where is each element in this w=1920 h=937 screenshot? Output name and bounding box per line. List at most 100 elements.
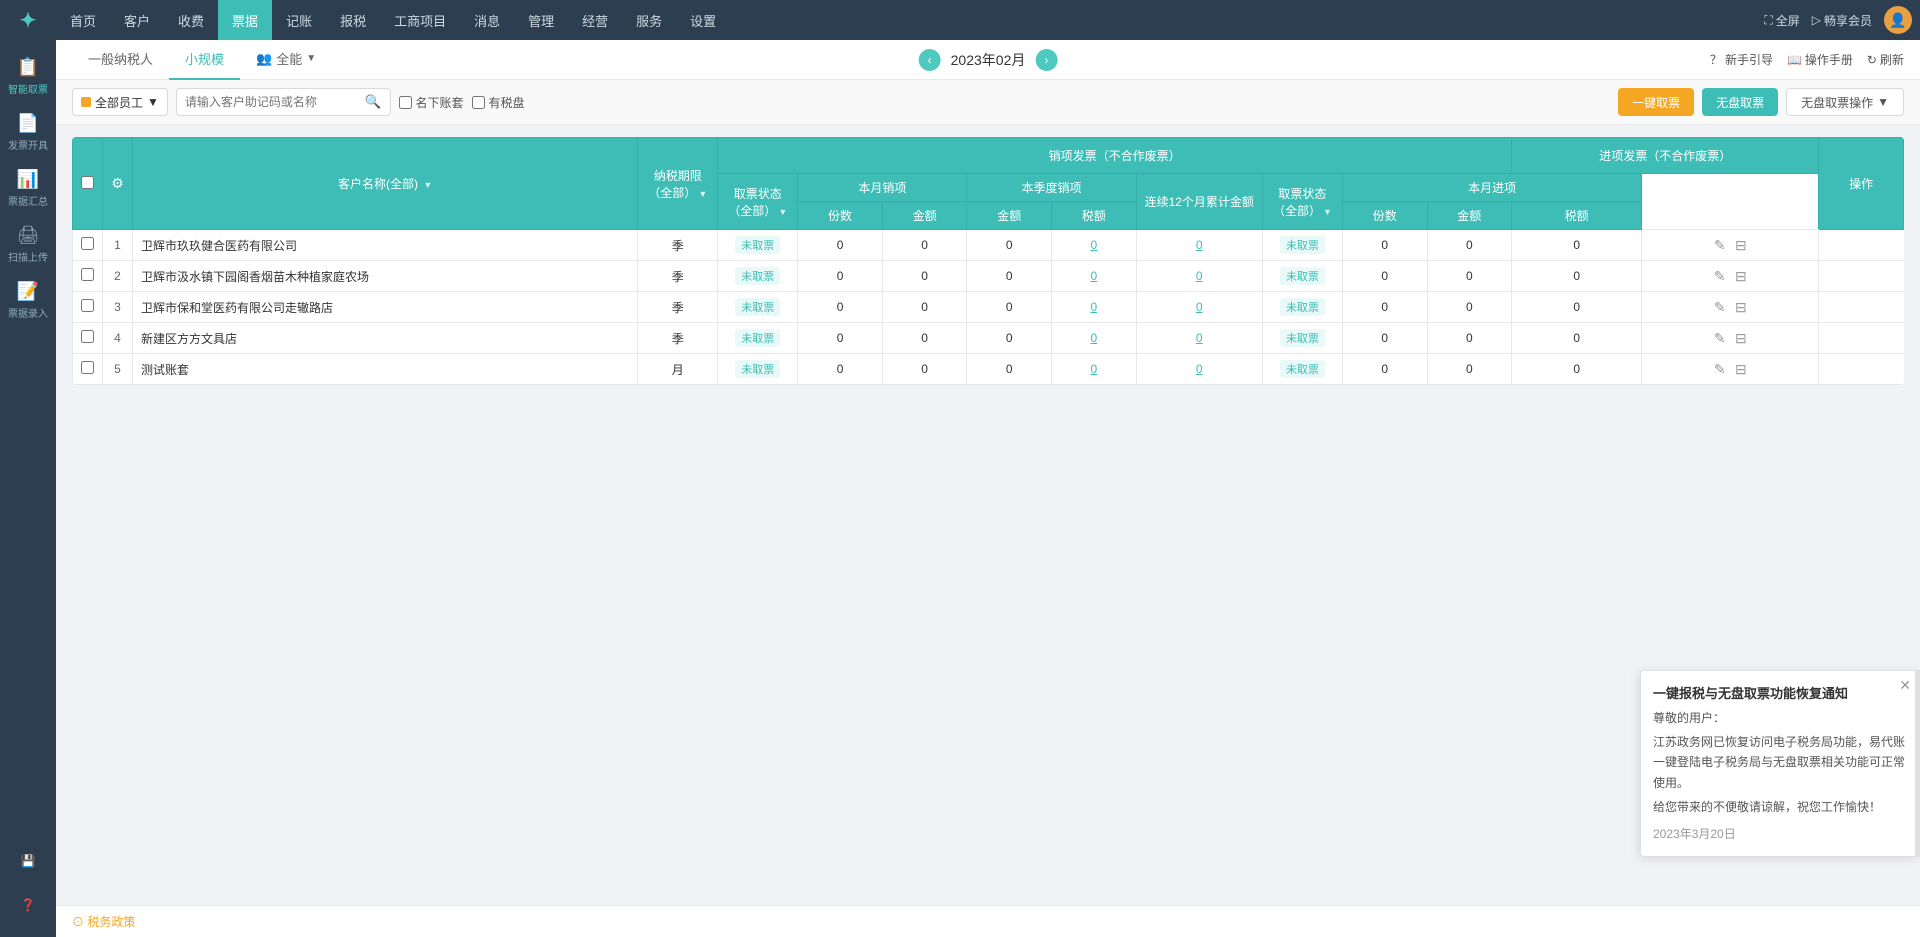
tab-all-capable[interactable]: 👥 全能 ▼ [240, 40, 332, 80]
tax-period-1: 季 [638, 261, 718, 292]
purchase-status-3: 未取票 [1262, 323, 1342, 354]
sale-12month-1: 0 [1136, 261, 1262, 292]
nav-message[interactable]: 消息 [460, 0, 514, 40]
sidebar-item-issue-invoice[interactable]: 📄 发票开具 [0, 104, 56, 160]
notification-close-btn[interactable]: ✕ [1899, 677, 1911, 694]
has-tax-disk-checkbox-label[interactable]: 有税盘 [472, 94, 525, 111]
has-tax-disk-checkbox[interactable] [472, 96, 485, 109]
toolbar-right: 一键取票 无盘取票 无盘取票操作 ▼ [1618, 88, 1904, 116]
row-checkbox-0[interactable] [81, 237, 94, 250]
nav-tax[interactable]: 报税 [326, 0, 380, 40]
customer-filter-icon[interactable]: ▼ [423, 180, 432, 190]
no-disk-ops-btn[interactable]: 无盘取票操作 ▼ [1786, 88, 1904, 116]
tab-general-taxpayer[interactable]: 一般纳税人 [72, 40, 169, 80]
purchase-status-header: 取票状态（全部）▼ [1262, 174, 1342, 230]
no-disk-fetch-btn[interactable]: 无盘取票 [1702, 88, 1778, 116]
purchase-month-count-2: 0 [1342, 292, 1427, 323]
notification-title: 一键报税与无盘取票功能恢复通知 [1653, 683, 1907, 702]
row-num-4: 5 [103, 354, 133, 385]
tax-period-filter-icon[interactable]: ▼ [698, 189, 707, 199]
sale-quarter-amount-0: 0 [967, 230, 1052, 261]
sale-12month-4: 0 [1136, 354, 1262, 385]
my-accounts-checkbox[interactable] [399, 96, 412, 109]
sidebar-download-btn[interactable]: 💾 [8, 841, 48, 881]
manual-btn[interactable]: 📖 操作手册 [1787, 51, 1853, 68]
smart-invoice-icon: 📋 [17, 57, 39, 78]
next-month-btn[interactable]: › [1035, 49, 1057, 71]
sidebar-item-invoice-summary[interactable]: 📊 票据汇总 [0, 160, 56, 216]
nav-manage[interactable]: 管理 [514, 0, 568, 40]
tax-period-2: 季 [638, 292, 718, 323]
guide-btn[interactable]: ？ 新手引导 [1710, 51, 1773, 68]
nav-customer[interactable]: 客户 [110, 0, 164, 40]
table-row: 1 卫辉市玖玖健合医药有限公司 季 未取票 0 0 0 0 0 未取票 0 0 … [73, 230, 1904, 261]
search-button[interactable]: 🔍 [357, 88, 390, 116]
nav-items: 首页 客户 收费 票据 记账 报税 工商项目 消息 管理 经营 服务 设置 [56, 0, 1764, 40]
table-wrap: ⚙ 客户名称(全部) ▼ 纳税期限（全部）▼ 销项发票（不合作废票） 进项发票（… [56, 125, 1920, 397]
row-checkbox-2[interactable] [81, 299, 94, 312]
nav-operate[interactable]: 经营 [568, 0, 622, 40]
purchase-status-filter-icon[interactable]: ▼ [1323, 207, 1332, 217]
user-avatar[interactable]: 👤 [1884, 6, 1912, 34]
sidebar-item-invoice-entry[interactable]: 📝 票据录入 [0, 272, 56, 328]
more-icon-0[interactable]: ⊟ [1735, 237, 1747, 253]
more-icon-1[interactable]: ⊟ [1735, 268, 1747, 284]
sale-month-header: 本月销项 [798, 174, 967, 202]
one-key-fetch-btn[interactable]: 一键取票 [1618, 88, 1694, 116]
row-checkbox-3[interactable] [81, 330, 94, 343]
purchase-month-amount-3: 0 [1427, 323, 1512, 354]
tax-period-0: 季 [638, 230, 718, 261]
sale-status-filter-icon[interactable]: ▼ [778, 207, 787, 217]
purchase-month-count-0: 0 [1342, 230, 1427, 261]
bottom-bar: ⊙ 税务政策 [56, 905, 1920, 937]
my-accounts-checkbox-label[interactable]: 名下账套 [399, 94, 464, 111]
nav-settings[interactable]: 设置 [676, 0, 730, 40]
sale-12month-3: 0 [1136, 323, 1262, 354]
employee-select[interactable]: 全部员工 ▼ [72, 88, 168, 116]
more-icon-4[interactable]: ⊟ [1735, 361, 1747, 377]
purchase-month-tax-1: 0 [1512, 261, 1642, 292]
sale-quarter-tax-0: 0 [1052, 230, 1137, 261]
search-input[interactable] [177, 95, 357, 109]
notification-scrollbar[interactable] [1915, 671, 1919, 856]
nav-business[interactable]: 工商项目 [380, 0, 460, 40]
search-input-wrap: 🔍 [176, 88, 391, 116]
tab-small-scale[interactable]: 小规模 [169, 40, 240, 80]
sidebar-item-smart-invoice[interactable]: 📋 智能取票 [0, 48, 56, 104]
member-btn[interactable]: ▷ 畅享会员 [1812, 12, 1872, 29]
sale-12month-header: 连续12个月累计金额 [1136, 174, 1262, 230]
sidebar-item-scan-upload[interactable]: 🖨 扫描上传 [0, 216, 56, 272]
sale-month-count-header: 份数 [798, 202, 883, 230]
nav-accounting[interactable]: 记账 [272, 0, 326, 40]
sidebar-item-issue-invoice-label: 发票开具 [8, 137, 48, 152]
tax-policy-link[interactable]: ⊙ 税务政策 [72, 913, 135, 930]
more-icon-3[interactable]: ⊟ [1735, 330, 1747, 346]
employee-dot [81, 97, 91, 107]
table-settings-icon[interactable]: ⚙ [111, 175, 124, 191]
nav-service[interactable]: 服务 [622, 0, 676, 40]
refresh-btn[interactable]: ↻ 刷新 [1867, 51, 1904, 68]
purchase-month-amount-1: 0 [1427, 261, 1512, 292]
sale-month-amount-header: 金额 [882, 202, 967, 230]
nav-home[interactable]: 首页 [56, 0, 110, 40]
tax-period-4: 月 [638, 354, 718, 385]
more-icon-2[interactable]: ⊟ [1735, 299, 1747, 315]
nav-fees[interactable]: 收费 [164, 0, 218, 40]
row-checkbox-1[interactable] [81, 268, 94, 281]
row-checkbox-4[interactable] [81, 361, 94, 374]
nav-invoice[interactable]: 票据 [218, 0, 272, 40]
fullscreen-btn[interactable]: ⛶ 全屏 [1764, 12, 1799, 29]
invoice-summary-icon: 📊 [17, 169, 39, 190]
prev-month-btn[interactable]: ‹ [919, 49, 941, 71]
edit-icon-3[interactable]: ✎ [1714, 330, 1726, 346]
sale-invoice-header: 销项发票（不合作废票） [718, 138, 1512, 174]
customer-name-0: 卫辉市玖玖健合医药有限公司 [133, 230, 638, 261]
sale-month-count-1: 0 [798, 261, 883, 292]
edit-icon-0[interactable]: ✎ [1714, 237, 1726, 253]
select-all-checkbox[interactable] [81, 176, 94, 189]
edit-icon-4[interactable]: ✎ [1714, 361, 1726, 377]
sale-12month-0: 0 [1136, 230, 1262, 261]
edit-icon-2[interactable]: ✎ [1714, 299, 1726, 315]
edit-icon-1[interactable]: ✎ [1714, 268, 1726, 284]
sidebar-help-btn[interactable]: ❓ [8, 885, 48, 925]
